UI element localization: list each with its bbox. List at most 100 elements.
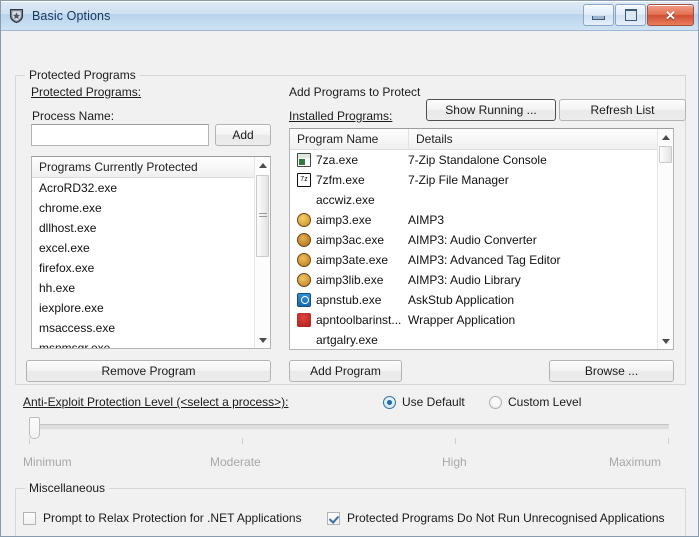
scrollbar-thumb[interactable] [659, 146, 672, 163]
aimp3ate-icon [297, 253, 311, 267]
protected-program-name: iexplore.exe [39, 301, 104, 315]
show-running-button[interactable]: Show Running ... [426, 99, 556, 121]
maximize-button[interactable] [615, 4, 646, 26]
protected-program-row[interactable]: excel.exe [32, 238, 270, 258]
protection-level-label: Anti-Exploit Protection Level (<select a… [23, 395, 289, 409]
installed-program-row[interactable]: apnstub.exe AskStub Application [290, 290, 673, 310]
add-program-button[interactable]: Add Program [289, 360, 402, 382]
minimize-icon [592, 15, 605, 20]
shield-icon [9, 8, 24, 24]
installed-program-row[interactable]: aimp3lib.exe AIMP3: Audio Library [290, 270, 673, 290]
scroll-down-icon[interactable] [255, 332, 270, 348]
protected-programs-label: Protected Programs: [31, 85, 142, 99]
basic-options-window: Basic Options ✕ Protected Programs Prote… [0, 0, 699, 537]
protection-level-slider[interactable] [29, 416, 669, 444]
slider-label-maximum: Maximum [609, 455, 662, 469]
title-bar: Basic Options ✕ [1, 1, 698, 31]
protected-program-row[interactable]: iexplore.exe [32, 298, 270, 318]
installed-program-name: apnstub.exe [290, 293, 408, 307]
client-area: Protected Programs Protected Programs: P… [1, 31, 698, 536]
radio-indicator [489, 395, 502, 409]
installed-program-name: 7za.exe [290, 153, 408, 167]
miscellaneous-group-title: Miscellaneous [25, 481, 110, 495]
slider-thumb[interactable] [29, 417, 40, 439]
installed-program-row[interactable]: 7z 7zfm.exe 7-Zip File Manager [290, 170, 673, 190]
radio-label: Custom Level [508, 395, 582, 409]
protected-program-name: hh.exe [39, 281, 76, 295]
installed-programs-scrollbar[interactable] [657, 129, 673, 349]
protected-program-row[interactable]: dllhost.exe [32, 218, 270, 238]
checkbox-indicator [327, 511, 340, 525]
checkbox-label: Protected Programs Do Not Run Unrecognis… [347, 511, 665, 525]
protected-programs-list-body: AcroRD32.exe chrome.exe dllhost.exe excel.e… [32, 178, 270, 348]
installed-program-name: aimp3.exe [290, 213, 408, 227]
refresh-list-button[interactable]: Refresh List [559, 99, 686, 121]
radio-custom-level[interactable]: Custom Level [489, 395, 581, 409]
blank-icon [297, 193, 311, 207]
installed-programs-list-body: 7za.exe 7-Zip Standalone Console 7z 7zfm.ex… [290, 150, 673, 349]
7za-icon [297, 153, 311, 167]
installed-program-row[interactable]: aimp3ac.exe AIMP3: Audio Converter [290, 230, 673, 250]
protected-program-row[interactable]: msaccess.exe [32, 318, 270, 338]
scroll-up-icon[interactable] [658, 129, 673, 145]
protected-program-name: excel.exe [39, 241, 90, 255]
checkbox-prompt-relax-net[interactable]: Prompt to Relax Protection for .NET Appl… [23, 511, 302, 525]
installed-program-row[interactable]: artgalry.exe [290, 330, 673, 349]
slider-label-minimum: Minimum [23, 455, 72, 469]
installed-program-name: 7z 7zfm.exe [290, 173, 408, 187]
installed-program-row[interactable]: apntoolbarinst... Wrapper Application [290, 310, 673, 330]
installed-program-row[interactable]: aimp3.exe AIMP3 [290, 210, 673, 230]
scrollbar-grip-icon [258, 213, 267, 219]
installed-program-details: AIMP3: Advanced Tag Editor [408, 253, 561, 267]
add-programs-to-protect-label: Add Programs to Protect [289, 85, 421, 99]
checkbox-label: Prompt to Relax Protection for .NET Appl… [43, 511, 302, 525]
installed-program-details: AIMP3: Audio Converter [408, 233, 537, 247]
installed-program-details: 7-Zip File Manager [408, 173, 509, 187]
scroll-up-icon[interactable] [255, 157, 270, 173]
protected-program-row[interactable]: hh.exe [32, 278, 270, 298]
radio-use-default[interactable]: Use Default [383, 395, 465, 409]
installed-program-name: aimp3lib.exe [290, 273, 408, 287]
protected-programs-scrollbar[interactable] [254, 157, 270, 348]
installed-program-details: 7-Zip Standalone Console [408, 153, 547, 167]
installed-programs-list[interactable]: Program Name Details 7za.exe 7-Zip Standa… [289, 128, 674, 350]
protected-programs-list[interactable]: Programs Currently Protected AcroRD32.ex… [31, 156, 271, 349]
installed-program-details: AskStub Application [408, 293, 515, 307]
installed-program-row[interactable]: aimp3ate.exe AIMP3: Advanced Tag Editor [290, 250, 673, 270]
blank-icon [297, 333, 311, 347]
aimp3-icon [297, 213, 311, 227]
installed-program-details: AIMP3 [408, 213, 445, 227]
protected-program-row[interactable]: firefox.exe [32, 258, 270, 278]
installed-program-name: aimp3ate.exe [290, 253, 408, 267]
installed-program-details: Wrapper Application [408, 313, 516, 327]
checkbox-no-unrecognised-apps[interactable]: Protected Programs Do Not Run Unrecognis… [327, 511, 665, 525]
add-button[interactable]: Add [215, 124, 271, 146]
installed-program-row[interactable]: 7za.exe 7-Zip Standalone Console [290, 150, 673, 170]
scroll-down-icon[interactable] [658, 333, 673, 349]
installed-program-name: artgalry.exe [290, 333, 408, 347]
protected-programs-column-header: Programs Currently Protected [39, 160, 198, 174]
radio-label: Use Default [402, 395, 465, 409]
protected-program-row[interactable]: msnmsgr.exe [32, 338, 270, 348]
installed-program-name: accwiz.exe [290, 193, 408, 207]
installed-program-row[interactable]: accwiz.exe [290, 190, 673, 210]
browse-button[interactable]: Browse ... [549, 360, 674, 382]
minimize-button[interactable] [583, 4, 614, 26]
aimp3ac-icon [297, 233, 311, 247]
slider-tick [29, 438, 30, 444]
protected-program-name: dllhost.exe [39, 221, 97, 235]
7zfm-icon: 7z [297, 173, 311, 187]
slider-tick [668, 438, 669, 444]
process-name-input[interactable] [31, 124, 209, 146]
column-header-program-name: Program Name [297, 132, 379, 146]
installed-program-name: aimp3ac.exe [290, 233, 408, 247]
scrollbar-thumb[interactable] [256, 175, 269, 257]
process-name-label: Process Name: [32, 109, 115, 123]
protected-program-row[interactable]: AcroRD32.exe [32, 178, 270, 198]
slider-label-moderate: Moderate [210, 455, 261, 469]
window-title: Basic Options [32, 8, 111, 23]
installed-programs-list-header: Program Name Details [290, 129, 673, 150]
protected-program-row[interactable]: chrome.exe [32, 198, 270, 218]
remove-program-button[interactable]: Remove Program [26, 360, 271, 382]
close-button[interactable]: ✕ [647, 4, 694, 26]
